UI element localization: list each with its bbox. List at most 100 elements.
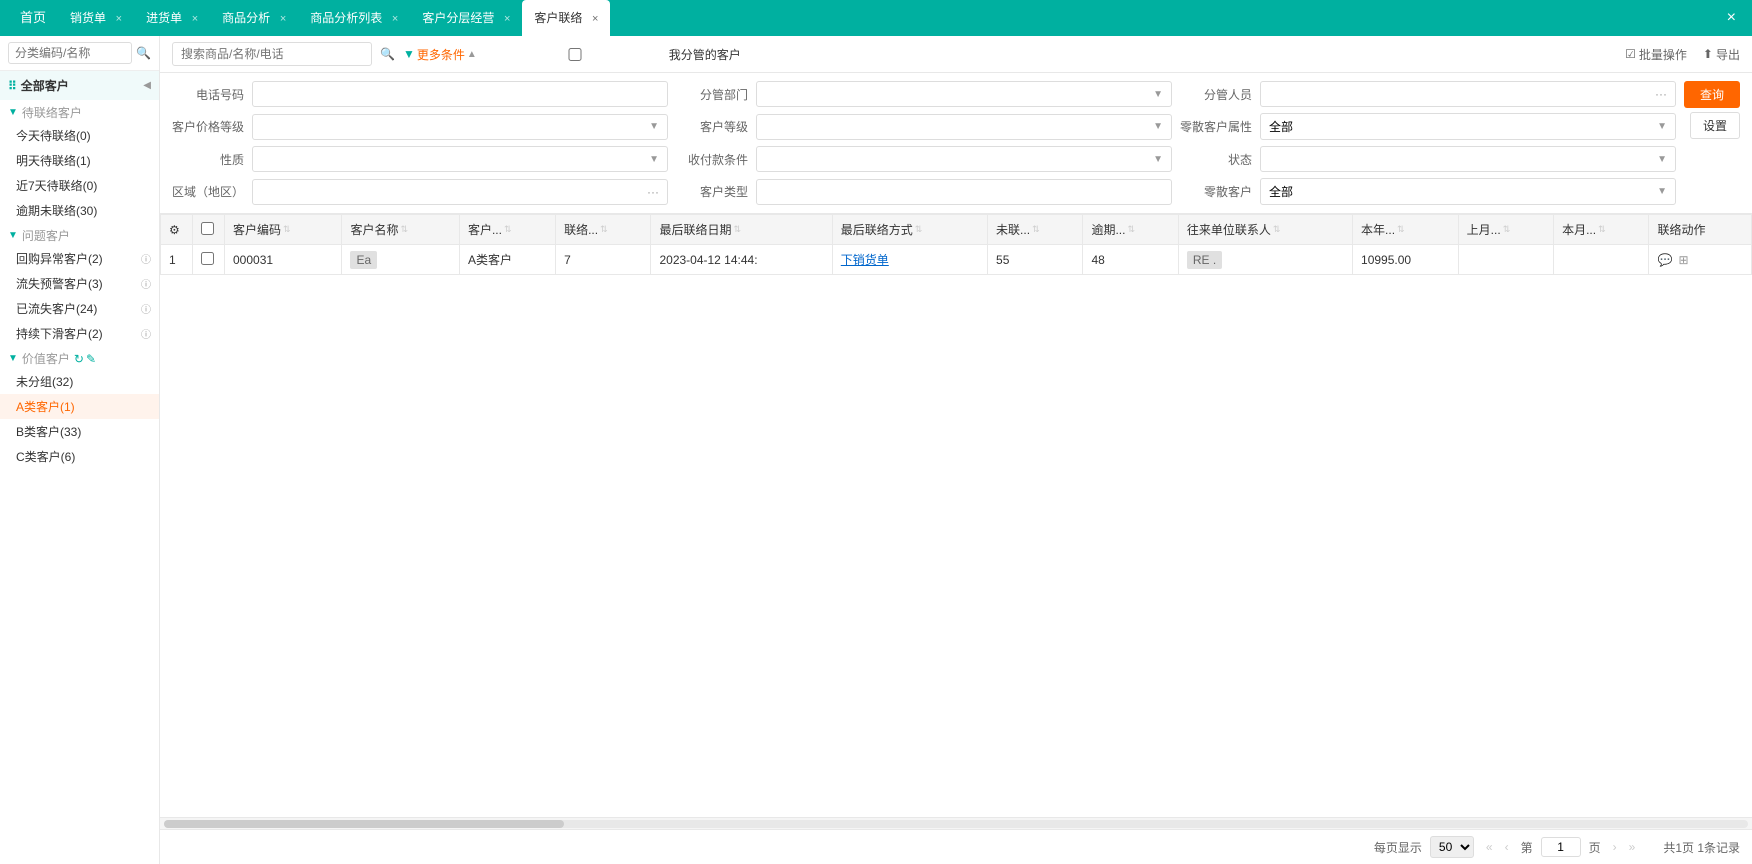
sidebar-item-overdue-pending[interactable]: 逾期未联络(30) [0, 198, 159, 223]
sidebar-group-pending[interactable]: ▼ 待联络客户 [0, 100, 159, 123]
row-overdue: 48 [1083, 245, 1178, 275]
region-dots-icon: ··· [647, 185, 659, 199]
sidebar-item-today-pending[interactable]: 今天待联络(0) [0, 123, 159, 148]
sidebar-group-value[interactable]: ▼ 价值客户 ↻ ✎ [0, 346, 159, 369]
edit-icon[interactable]: ✎ [86, 352, 96, 366]
sort-code-icon[interactable]: ⇅ [283, 224, 291, 235]
sidebar-item-7day-pending[interactable]: 近7天待联络(0) [0, 173, 159, 198]
sidebar-group-problem[interactable]: ▼ 问题客户 [0, 223, 159, 246]
refresh-icon[interactable]: ↻ [74, 352, 84, 366]
person-select-field[interactable]: ··· [1260, 81, 1676, 107]
sidebar-group-problem-arrow: ▼ [8, 230, 18, 241]
sort-unit-icon[interactable]: ⇅ [1273, 224, 1281, 235]
sidebar-item-a-class[interactable]: A类客户(1) [0, 394, 159, 419]
scatter-customer-select-field[interactable]: 全部▼ [1260, 178, 1676, 205]
page-number-input[interactable] [1541, 837, 1581, 857]
page-navigation: « ‹ 第 页 › » [1482, 837, 1639, 858]
export-button[interactable]: ⬆ 导出 [1703, 46, 1740, 63]
customer-level-arrow-icon: ▼ [1153, 121, 1163, 132]
sort-name-icon[interactable]: ⇅ [400, 224, 408, 235]
sidebar-item-ungrouped[interactable]: 未分组(32) [0, 369, 159, 394]
window-close-button[interactable]: × [1719, 9, 1744, 27]
payment-select-field[interactable]: ▼ [756, 146, 1172, 172]
nav-customer-contact[interactable]: 客户联络 × [522, 0, 610, 36]
nature-select-field[interactable]: ▼ [252, 146, 668, 172]
filter-scatter-attr: 零散客户属性 全部▼ [1180, 113, 1676, 140]
close-product-analysis-list-icon[interactable]: × [392, 13, 398, 25]
batch-operation-button[interactable]: ☑ 批量操作 [1625, 46, 1687, 63]
query-button[interactable]: 查询 [1684, 81, 1740, 108]
sort-not-contacted-icon[interactable]: ⇅ [1032, 224, 1040, 235]
close-customer-segment-icon[interactable]: × [504, 13, 510, 25]
sidebar-item-declining[interactable]: 持续下滑客户(2) ⓘ [0, 321, 159, 346]
barcode-icon[interactable]: ⊞ [1678, 253, 1688, 267]
close-purchase-order-icon[interactable]: × [192, 13, 198, 25]
sort-this-month-icon[interactable]: ⇅ [1598, 224, 1606, 235]
customer-type-field[interactable] [756, 179, 1172, 205]
customer-table: ⚙ 客户编码⇅ 客户名称⇅ 客户...⇅ [160, 214, 1752, 275]
close-sales-order-icon[interactable]: × [116, 13, 122, 25]
next-page-button[interactable]: › [1609, 838, 1621, 856]
chat-icon[interactable]: 💬 [1657, 253, 1672, 267]
customer-level-select-field[interactable]: ▼ [756, 114, 1172, 140]
nav-home[interactable]: 首页 [8, 0, 58, 36]
row-checkbox[interactable] [201, 252, 214, 265]
scatter-attr-arrow-icon: ▼ [1657, 121, 1667, 132]
sidebar-collapse-icon[interactable]: ◀ [143, 80, 151, 91]
search-input[interactable] [172, 42, 372, 66]
nav-purchase-order[interactable]: 进货单 × [134, 0, 210, 36]
status-select-field[interactable]: ▼ [1260, 146, 1676, 172]
first-page-button[interactable]: « [1482, 838, 1497, 856]
sidebar-item-repurchase-abnormal[interactable]: 回购异常客户(2) ⓘ [0, 246, 159, 271]
sort-overdue-icon[interactable]: ⇅ [1127, 224, 1135, 235]
row-action-cell: 💬 ⊞ [1649, 245, 1752, 275]
sidebar-item-churned[interactable]: 已流失客户(24) ⓘ [0, 296, 159, 321]
sort-type-icon[interactable]: ⇅ [504, 224, 512, 235]
page-size-select[interactable]: 50 [1430, 836, 1474, 858]
sidebar: 🔍 ⠿ 全部客户 ◀ ▼ 待联络客户 今天待联络(0) 明天待联络(1) 近7天… [0, 36, 160, 864]
col-unit-contact: 往来单位联系人⇅ [1178, 215, 1352, 245]
sort-last-month-icon[interactable]: ⇅ [1503, 224, 1511, 235]
sidebar-item-b-class[interactable]: B类客户(33) [0, 419, 159, 444]
dept-select-field[interactable]: ▼ [756, 81, 1172, 107]
filter-region: 区域（地区） ··· [172, 179, 668, 205]
nav-product-analysis-list[interactable]: 商品分析列表 × [298, 0, 410, 36]
setting-button[interactable]: 设置 [1690, 112, 1740, 139]
scatter-attr-select-field[interactable]: 全部▼ [1260, 113, 1676, 140]
last-page-button[interactable]: » [1625, 838, 1640, 856]
contact-method-link[interactable]: 下销货单 [841, 253, 889, 267]
sidebar-all-customers-header[interactable]: ⠿ 全部客户 ◀ [0, 71, 159, 100]
sort-date-icon[interactable]: ⇅ [733, 224, 741, 235]
nav-product-analysis[interactable]: 商品分析 × [210, 0, 298, 36]
sort-year-icon[interactable]: ⇅ [1397, 224, 1405, 235]
sidebar-item-churn-warning[interactable]: 流失预警客户(3) ⓘ [0, 271, 159, 296]
horizontal-scrollbar[interactable] [160, 817, 1752, 829]
nav-sales-order[interactable]: 销货单 × [58, 0, 134, 36]
table-header-row: ⚙ 客户编码⇅ 客户名称⇅ 客户...⇅ [161, 215, 1752, 245]
my-customer-filter[interactable]: 我分管的客户 [485, 46, 741, 63]
batch-op-icon: ☑ [1625, 47, 1636, 61]
sort-method-icon[interactable]: ⇅ [915, 224, 923, 235]
nav-customer-segment[interactable]: 客户分层经营 × [410, 0, 522, 36]
region-select-field[interactable]: ··· [252, 179, 668, 205]
phone-input-field[interactable] [252, 81, 668, 107]
close-customer-contact-icon[interactable]: × [592, 13, 598, 25]
sidebar-item-c-class[interactable]: C类客户(6) [0, 444, 159, 469]
price-level-select-field[interactable]: ▼ [252, 114, 668, 140]
prev-page-button[interactable]: ‹ [1501, 838, 1513, 856]
scroll-thumb[interactable] [164, 820, 564, 828]
sort-contact-icon[interactable]: ⇅ [600, 224, 608, 235]
col-checkbox [193, 215, 225, 245]
filter-customer-type: 客户类型 [676, 179, 1172, 205]
filter-customer-level: 客户等级 ▼ [676, 114, 1172, 140]
search-icon[interactable]: 🔍 [380, 47, 395, 61]
main-area: 🔍 ⠿ 全部客户 ◀ ▼ 待联络客户 今天待联络(0) 明天待联络(1) 近7天… [0, 36, 1752, 864]
sidebar-search-icon[interactable]: 🔍 [136, 46, 151, 60]
select-all-checkbox[interactable] [201, 222, 214, 235]
close-product-analysis-icon[interactable]: × [280, 13, 286, 25]
settings-icon[interactable]: ⚙ [169, 223, 180, 237]
my-customer-checkbox[interactable] [485, 48, 665, 61]
sidebar-item-tomorrow-pending[interactable]: 明天待联络(1) [0, 148, 159, 173]
sidebar-search-input[interactable] [8, 42, 132, 64]
more-filter-button[interactable]: ▼ 更多条件 ▲ [403, 46, 477, 63]
